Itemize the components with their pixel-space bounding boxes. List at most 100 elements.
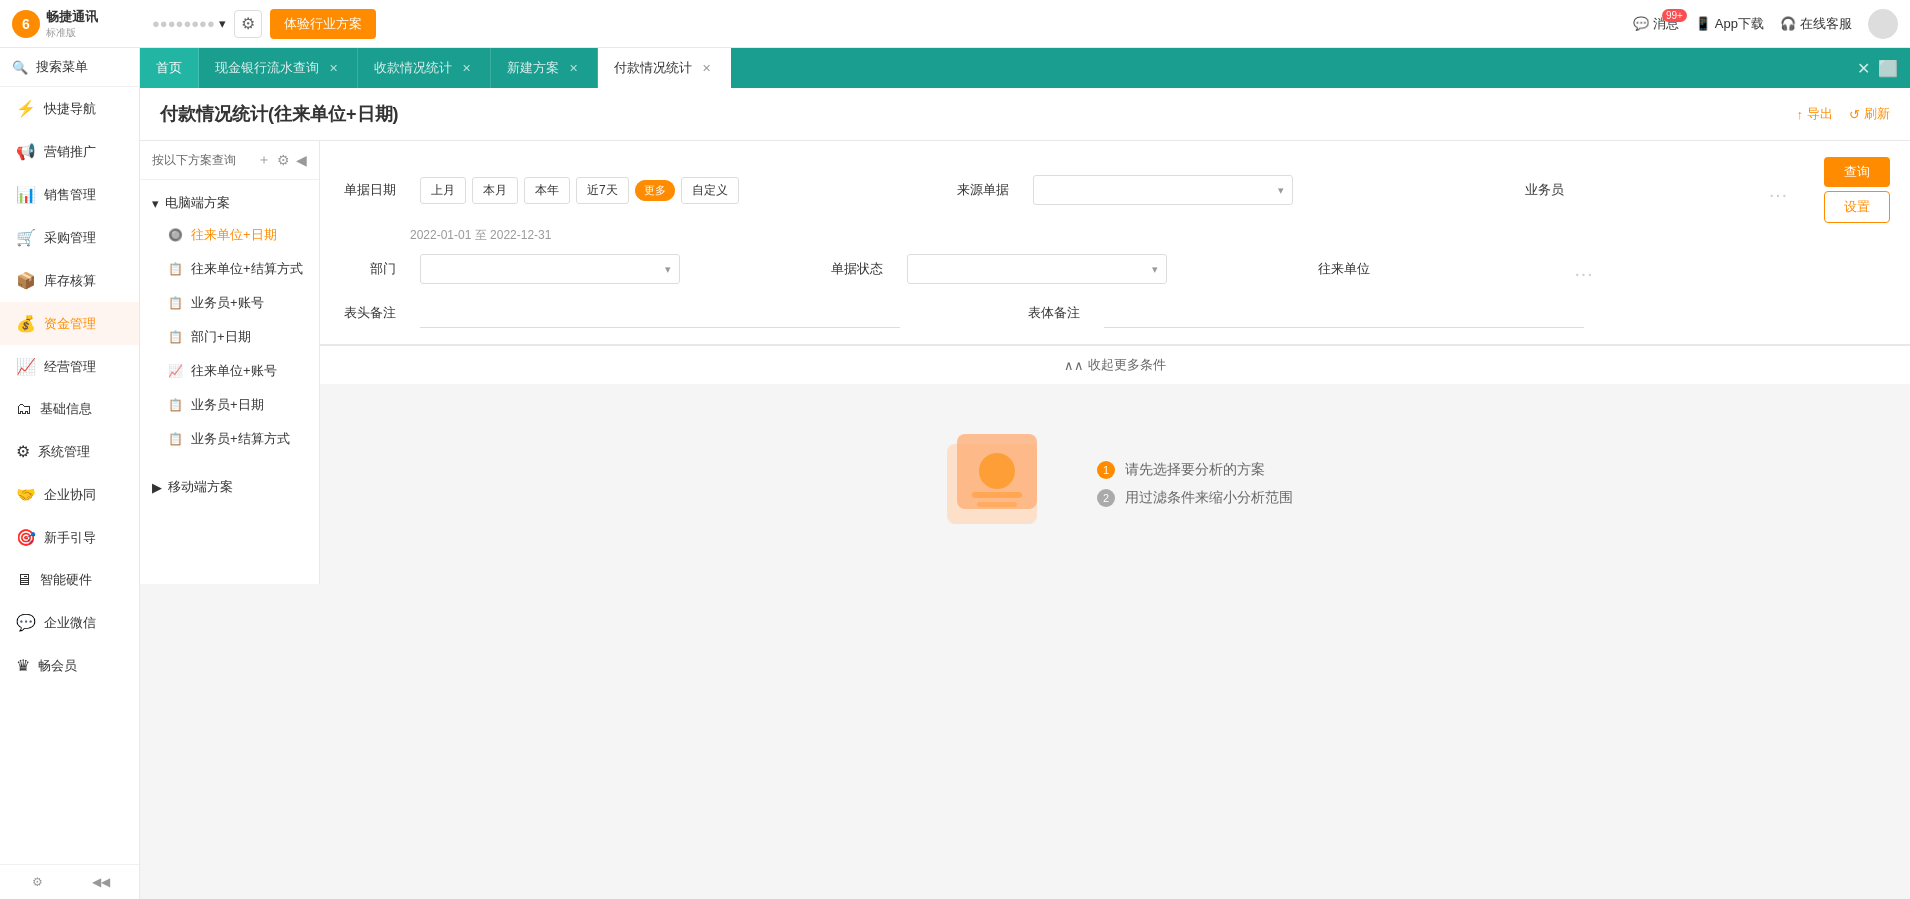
- sidebar-item-guide[interactable]: 🎯 新手引导: [0, 516, 139, 559]
- tab-payment-close[interactable]: ✕: [698, 60, 714, 76]
- tab-newscheme-close[interactable]: ✕: [565, 60, 581, 76]
- tab-cashflow-close[interactable]: ✕: [325, 60, 341, 76]
- sidebar-item-vip[interactable]: ♛ 畅会员: [0, 644, 139, 687]
- settings-gear-btn[interactable]: ⚙: [234, 10, 262, 38]
- scheme-icon-6: 📋: [168, 398, 183, 412]
- pc-group-label: 电脑端方案: [165, 194, 230, 212]
- sidebar-item-finance[interactable]: 💰 资金管理: [0, 302, 139, 345]
- scheme-item-unit-settle[interactable]: 📋 往来单位+结算方式: [140, 252, 319, 286]
- app-icon: 📱: [1695, 16, 1711, 31]
- counterpart-more-icon[interactable]: …: [1574, 258, 1594, 281]
- source-select[interactable]: ▾: [1033, 175, 1293, 205]
- query-btn[interactable]: 查询: [1824, 157, 1890, 187]
- scheme-unit-settle-label: 往来单位+结算方式: [191, 260, 303, 278]
- company-selector[interactable]: ●●●●●●●● ▾: [152, 16, 226, 31]
- chevron-down-icon: ▾: [152, 196, 159, 211]
- tab-close-all-btn[interactable]: ✕: [1857, 59, 1870, 78]
- sidebar-settings-btn[interactable]: ⚙: [10, 875, 66, 889]
- tab-cashflow[interactable]: 现金银行流水查询 ✕: [199, 48, 358, 88]
- mobile-scheme-group-title[interactable]: ▶ 移动端方案: [140, 472, 319, 502]
- scheme-staff-settle-label: 业务员+结算方式: [191, 430, 290, 448]
- vip-icon: ♛: [16, 656, 30, 675]
- collapse-conditions-btn[interactable]: ∧∧ 收起更多条件: [1064, 356, 1166, 374]
- scheme-icon-2: 📋: [168, 262, 183, 276]
- collapse-scheme-btn[interactable]: ◀: [296, 152, 307, 168]
- tab-receipt-close[interactable]: ✕: [458, 60, 474, 76]
- tab-receipt[interactable]: 收款情况统计 ✕: [358, 48, 491, 88]
- search-label: 搜索菜单: [36, 58, 88, 76]
- quicknav-icon: ⚡: [16, 99, 36, 118]
- refresh-btn[interactable]: ↺ 刷新: [1849, 105, 1890, 123]
- tab-maximize-btn[interactable]: ⬜: [1878, 59, 1898, 78]
- collapse-bar: ∧∧ 收起更多条件: [320, 345, 1910, 384]
- base-icon: 🗂: [16, 400, 32, 418]
- date-btn-custom[interactable]: 自定义: [681, 177, 739, 204]
- purchase-icon: 🛒: [16, 228, 36, 247]
- sidebar-search[interactable]: 🔍 搜索菜单: [0, 48, 139, 87]
- refresh-label: 刷新: [1864, 105, 1890, 123]
- sidebar-item-wechat[interactable]: 💬 企业微信: [0, 601, 139, 644]
- inventory-label: 库存核算: [44, 272, 96, 290]
- sidebar-item-sales[interactable]: 📊 销售管理: [0, 173, 139, 216]
- pc-scheme-group-title[interactable]: ▾ 电脑端方案: [140, 188, 319, 218]
- export-btn[interactable]: ↑ 导出: [1797, 105, 1834, 123]
- dropdown-icon: ▾: [219, 16, 226, 31]
- marketing-icon: 📢: [16, 142, 36, 161]
- scheme-staff-account-label: 业务员+账号: [191, 294, 264, 312]
- sidebar-item-quicknav[interactable]: ⚡ 快捷导航: [0, 87, 139, 130]
- chevron-down-dept: ▾: [665, 263, 671, 276]
- header-note-label: 表头备注: [340, 304, 396, 322]
- sidebar-item-hardware[interactable]: 🖥 智能硬件: [0, 559, 139, 601]
- scheme-item-unit-account[interactable]: 📈 往来单位+账号: [140, 354, 319, 388]
- scheme-settings-btn[interactable]: ⚙: [277, 152, 290, 168]
- page-title-bar: 付款情况统计(往来单位+日期) ↑ 导出 ↺ 刷新: [140, 88, 1910, 141]
- scheme-active-icon: 🔘: [168, 228, 183, 242]
- inventory-icon: 📦: [16, 271, 36, 290]
- logo-area: 6 畅捷通讯 标准版: [12, 8, 152, 40]
- date-btn-7days[interactable]: 近7天: [576, 177, 629, 204]
- empty-tip-1: 1 请先选择要分析的方案: [1097, 461, 1293, 479]
- online-service-btn[interactable]: 🎧 在线客服: [1780, 15, 1852, 33]
- trial-btn[interactable]: 体验行业方案: [270, 9, 376, 39]
- sidebar-item-marketing[interactable]: 📢 营销推广: [0, 130, 139, 173]
- dept-select[interactable]: ▾: [420, 254, 680, 284]
- sidebar-item-system[interactable]: ⚙ 系统管理: [0, 430, 139, 473]
- top-header: 6 畅捷通讯 标准版 ●●●●●●●● ▾ ⚙ 体验行业方案 💬 消息 99+ …: [0, 0, 1910, 48]
- sidebar-item-inventory[interactable]: 📦 库存核算: [0, 259, 139, 302]
- scheme-item-staff-settle[interactable]: 📋 业务员+结算方式: [140, 422, 319, 456]
- tab-payment-label: 付款情况统计: [614, 59, 692, 77]
- salesperson-more-icon[interactable]: …: [1768, 179, 1788, 202]
- empty-tip-1-text: 请先选择要分析的方案: [1125, 461, 1265, 479]
- tab-payment[interactable]: 付款情况统计 ✕: [598, 48, 731, 88]
- sidebar-item-ops[interactable]: 📈 经营管理: [0, 345, 139, 388]
- app-download-btn[interactable]: 📱 App下载: [1695, 15, 1764, 33]
- sidebar-item-purchase[interactable]: 🛒 采购管理: [0, 216, 139, 259]
- body-note-input[interactable]: [1104, 298, 1584, 328]
- scheme-item-staff-date[interactable]: 📋 业务员+日期: [140, 388, 319, 422]
- tab-home-label: 首页: [156, 59, 182, 77]
- user-avatar[interactable]: [1868, 9, 1898, 39]
- sidebar-item-base[interactable]: 🗂 基础信息: [0, 388, 139, 430]
- scheme-item-dept-date[interactable]: 📋 部门+日期: [140, 320, 319, 354]
- content-area: 首页 现金银行流水查询 ✕ 收款情况统计 ✕ 新建方案 ✕ 付款情况统计 ✕ ✕…: [140, 48, 1910, 899]
- logo-icon: 6: [12, 10, 40, 38]
- date-btn-lastmonth[interactable]: 上月: [420, 177, 466, 204]
- source-label: 来源单据: [953, 181, 1009, 199]
- add-scheme-btn[interactable]: ＋: [257, 151, 271, 169]
- base-label: 基础信息: [40, 400, 92, 418]
- scheme-item-staff-account[interactable]: 📋 业务员+账号: [140, 286, 319, 320]
- date-btn-thisyear[interactable]: 本年: [524, 177, 570, 204]
- date-btn-more[interactable]: 更多: [635, 180, 675, 201]
- date-btn-group: 上月 本月 本年 近7天 更多 自定义: [420, 177, 739, 204]
- doc-status-select[interactable]: ▾: [907, 254, 1167, 284]
- settings-filter-btn[interactable]: 设置: [1824, 191, 1890, 223]
- sidebar-collapse-btn[interactable]: ◀◀: [74, 875, 130, 889]
- sidebar-item-collab[interactable]: 🤝 企业协同: [0, 473, 139, 516]
- scheme-item-unit-date[interactable]: 🔘 往来单位+日期: [140, 218, 319, 252]
- messages-btn[interactable]: 💬 消息 99+: [1633, 15, 1679, 33]
- header-note-input[interactable]: [420, 298, 900, 328]
- tab-newscheme[interactable]: 新建方案 ✕: [491, 48, 598, 88]
- page-title: 付款情况统计(往来单位+日期): [160, 102, 399, 126]
- tab-home[interactable]: 首页: [140, 48, 199, 88]
- date-btn-thismonth[interactable]: 本月: [472, 177, 518, 204]
